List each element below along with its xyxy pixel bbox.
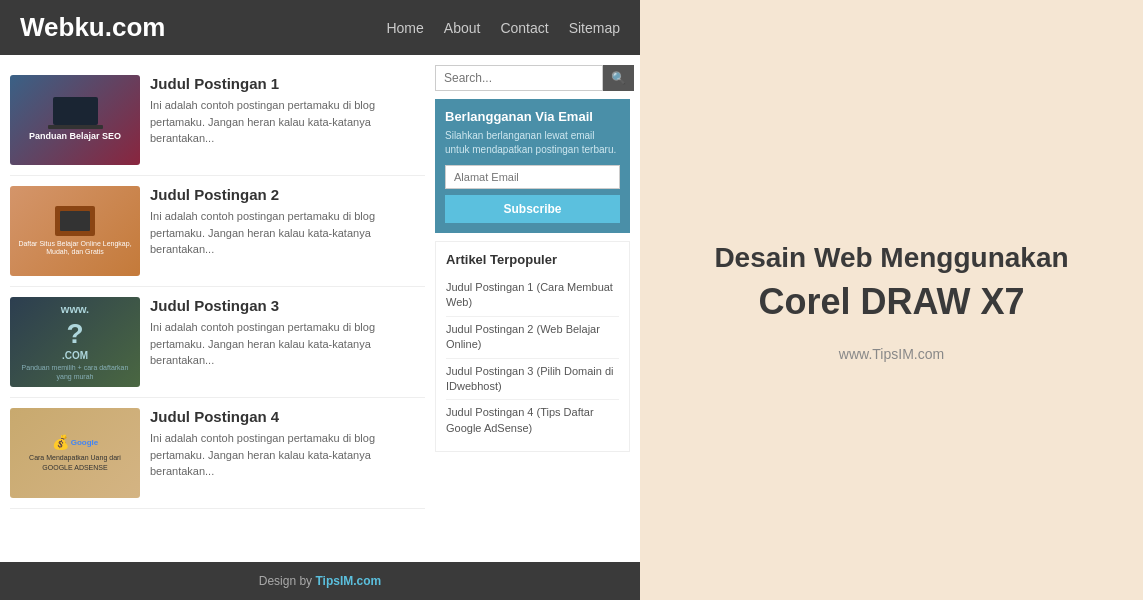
popular-item[interactable]: Judul Postingan 3 (Pilih Domain di IDweb… [446,359,619,401]
blog-icon [55,206,95,236]
post-item: 💰 Google Cara Mendapatkan Uang dari GOOG… [10,398,425,509]
search-button[interactable]: 🔍 [603,65,634,91]
post-thumbnail-3[interactable]: www. ? .COM Panduan memilih + cara dafta… [10,297,140,387]
posts-list: Panduan Belajar SEO Judul Postingan 1 In… [10,65,425,552]
post-excerpt-4: Ini adalah contoh postingan pertamaku di… [150,430,425,480]
site-logo[interactable]: Webku.com [20,12,165,43]
post-info-4: Judul Postingan 4 Ini adalah contoh post… [150,408,425,498]
post-title-2[interactable]: Judul Postingan 2 [150,186,425,203]
promo-url[interactable]: www.TipsIM.com [839,346,944,362]
nav-home[interactable]: Home [386,20,423,36]
post-title-3[interactable]: Judul Postingan 3 [150,297,425,314]
post-title-4[interactable]: Judul Postingan 4 [150,408,425,425]
post-excerpt-2: Ini adalah contoh postingan pertamaku di… [150,208,425,258]
nav-about[interactable]: About [444,20,481,36]
blog-header: Webku.com Home About Contact Sitemap [0,0,640,55]
google-text: Google [71,438,99,447]
main-nav: Home About Contact Sitemap [386,20,620,36]
popular-item[interactable]: Judul Postingan 4 (Tips Daftar Google Ad… [446,400,619,441]
www-text: www. [61,303,89,315]
post-info-3: Judul Postingan 3 Ini adalah contoh post… [150,297,425,387]
post-title-1[interactable]: Judul Postingan 1 [150,75,425,92]
nav-contact[interactable]: Contact [500,20,548,36]
laptop-icon [53,97,98,125]
email-input[interactable] [445,165,620,189]
thumb-label-4: Cara Mendapatkan Uang dari GOOGLE ADSENS… [15,453,135,471]
post-item: www. ? .COM Panduan memilih + cara dafta… [10,287,425,398]
subscribe-widget: Berlangganan Via Email Silahkan berlanga… [435,99,630,233]
promo-line2: Corel DRAW X7 [714,277,1068,327]
blog-content: Panduan Belajar SEO Judul Postingan 1 In… [0,55,640,562]
post-thumbnail-4[interactable]: 💰 Google Cara Mendapatkan Uang dari GOOG… [10,408,140,498]
promo-line1: Desain Web Menggunakan [714,238,1068,277]
adsense-logo-icon: 💰 [52,434,69,450]
subscribe-title: Berlangganan Via Email [445,109,620,124]
promo-section: Desain Web Menggunakan Corel DRAW X7 www… [640,0,1143,600]
post-item: Panduan Belajar SEO Judul Postingan 1 In… [10,65,425,176]
footer-highlight[interactable]: TipsIM.com [315,574,381,588]
nav-sitemap[interactable]: Sitemap [569,20,620,36]
post-info-2: Judul Postingan 2 Ini adalah contoh post… [150,186,425,276]
thumb-label-1: Panduan Belajar SEO [29,131,121,143]
blog-section: Webku.com Home About Contact Sitemap Pan… [0,0,640,600]
promo-heading: Desain Web Menggunakan Corel DRAW X7 [714,238,1068,328]
post-thumbnail-1[interactable]: Panduan Belajar SEO [10,75,140,165]
post-info-1: Judul Postingan 1 Ini adalah contoh post… [150,75,425,165]
popular-title: Artikel Terpopuler [446,252,619,267]
search-box: 🔍 [435,65,630,91]
post-excerpt-1: Ini adalah contoh postingan pertamaku di… [150,97,425,147]
popular-item[interactable]: Judul Postingan 1 (Cara Membuat Web) [446,275,619,317]
subscribe-description: Silahkan berlanganan lewat email untuk m… [445,129,620,157]
blog-footer: Design by TipsIM.com [0,562,640,600]
post-item: Daftar Situs Belajar Online Lengkap, Mud… [10,176,425,287]
post-thumbnail-2[interactable]: Daftar Situs Belajar Online Lengkap, Mud… [10,186,140,276]
domain-subtext: Panduan memilih + cara daftarkan yang mu… [15,364,135,381]
subscribe-button[interactable]: Subscribe [445,195,620,223]
search-input[interactable] [435,65,603,91]
post-excerpt-3: Ini adalah contoh postingan pertamaku di… [150,319,425,369]
thumb-label-2: Daftar Situs Belajar Online Lengkap, Mud… [15,240,135,257]
com-text: .COM [62,350,88,361]
popular-item[interactable]: Judul Postingan 2 (Web Belajar Online) [446,317,619,359]
popular-widget: Artikel Terpopuler Judul Postingan 1 (Ca… [435,241,630,452]
footer-text: Design by [259,574,316,588]
sidebar: 🔍 Berlangganan Via Email Silahkan berlan… [435,65,630,552]
question-mark-icon: ? [66,318,83,350]
